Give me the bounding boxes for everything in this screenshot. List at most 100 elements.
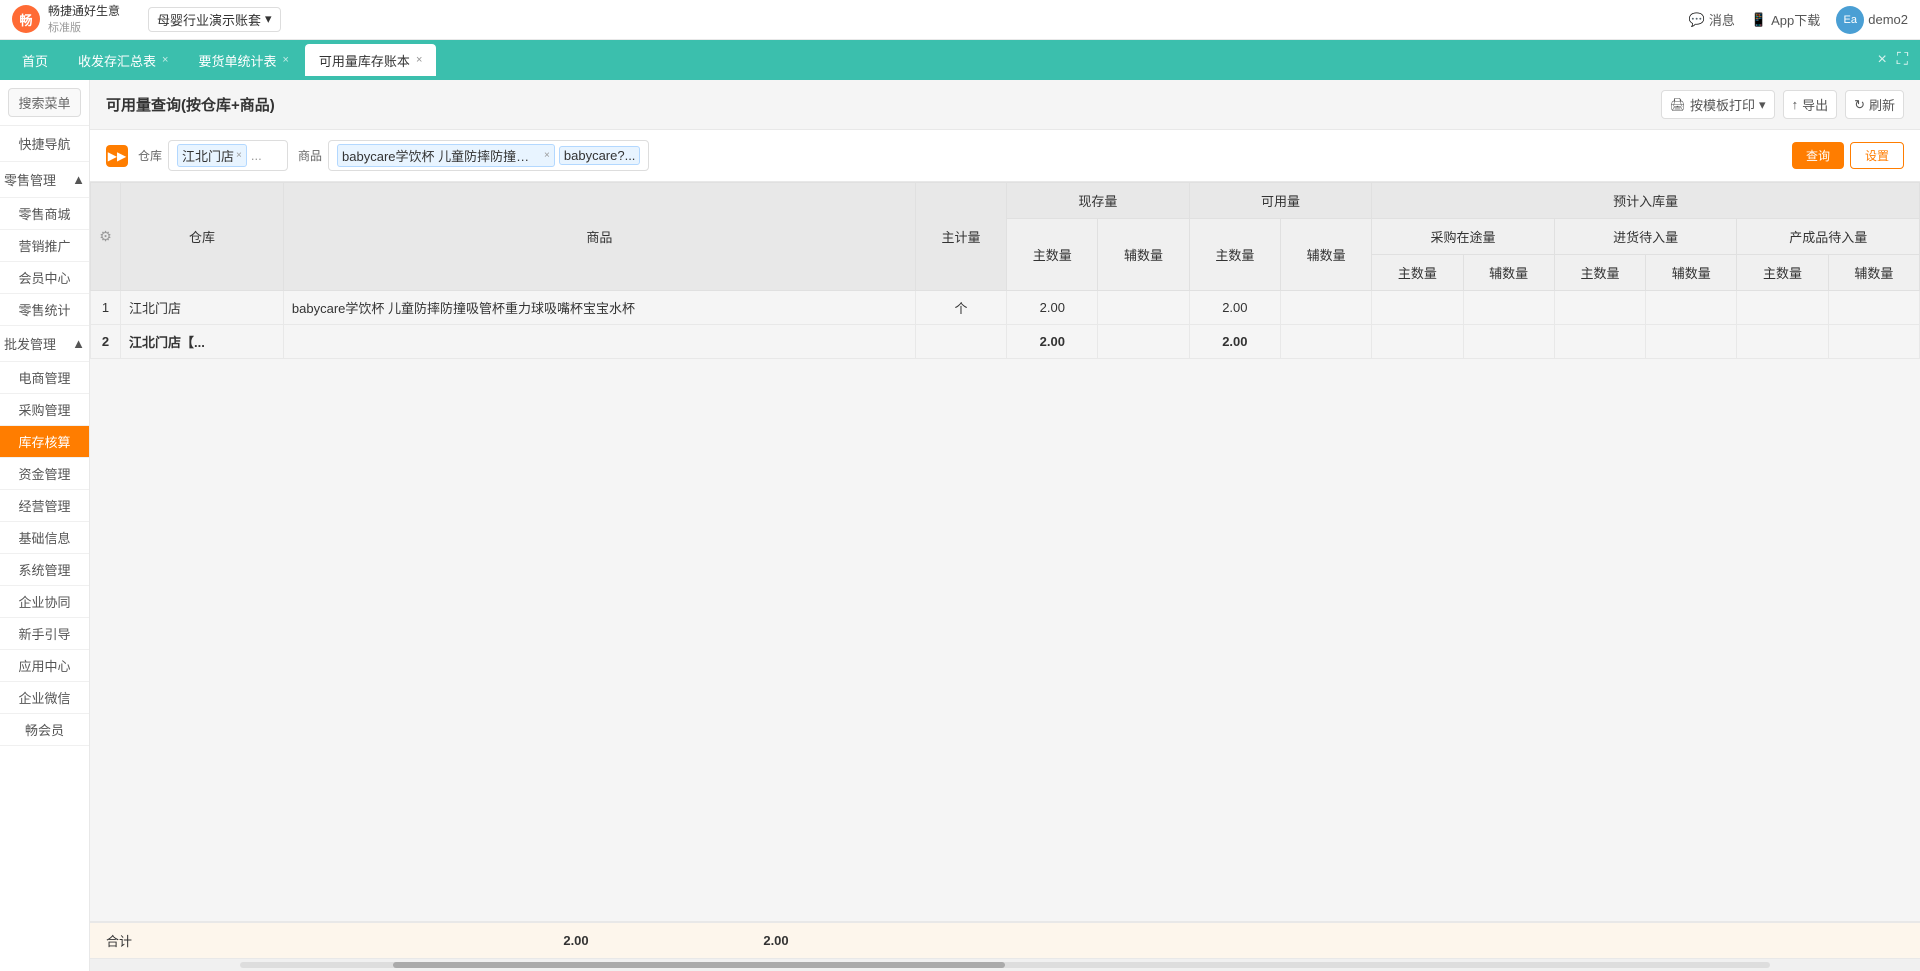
- sidebar-item-marketing[interactable]: 营销推广: [0, 230, 89, 262]
- production-pending-col-header: 产成品待入量: [1737, 219, 1920, 255]
- row-num: 1: [91, 291, 121, 325]
- settings-btn[interactable]: 设置: [1850, 142, 1904, 169]
- warehouse-tag: 江北门店 ×: [177, 144, 247, 167]
- search-menu-btn[interactable]: 搜索菜单: [8, 88, 81, 117]
- tab-available-inventory[interactable]: 可用量库存账本 ×: [305, 44, 436, 76]
- app-download-btn[interactable]: 📱 App下载: [1751, 10, 1820, 29]
- export-btn[interactable]: ↑ 导出: [1783, 90, 1838, 119]
- filter-bar: ▶▶ 仓库 江北门店 × ... 商品 babycare学饮杯 儿童防摔防撞吸管…: [90, 130, 1920, 182]
- sidebar-item-inventory[interactable]: 库存核算: [0, 426, 89, 458]
- row-current-main: 2.00: [1007, 291, 1098, 325]
- sidebar-item-retail-stats[interactable]: 零售统计: [0, 294, 89, 326]
- horizontal-scrollbar[interactable]: [90, 959, 1920, 971]
- close-tab-receive[interactable]: ×: [162, 54, 168, 66]
- current-aux-col: 辅数量: [1098, 219, 1189, 291]
- sidebar-item-zero-retail[interactable]: 零售管理 ▲: [0, 162, 89, 198]
- app-logo: 畅: [12, 5, 40, 33]
- brand-info: 畅捷通好生意 标准版: [48, 4, 120, 34]
- sidebar-item-basic-info[interactable]: 基础信息: [0, 522, 89, 554]
- row-warehouse: 江北门店: [121, 291, 284, 325]
- inbound-aux-col: 辅数量: [1646, 255, 1737, 291]
- warehouse-input[interactable]: 江北门店 × ...: [168, 140, 288, 171]
- row-current-aux: [1098, 291, 1189, 325]
- product-input[interactable]: babycare学饮杯 儿童防摔防撞吸管杯重力球吸嘴杯宝宝水杯 × babyca…: [328, 140, 649, 171]
- filter-actions: 查询 设置: [1792, 142, 1904, 169]
- query-btn[interactable]: 查询: [1792, 142, 1844, 169]
- total-current-aux: [626, 933, 726, 948]
- row-inbound-main: [1554, 291, 1645, 325]
- sidebar: 搜索菜单 快捷导航 零售管理 ▲ 零售商城 营销推广 会员中心 零售统计 批发管…: [0, 80, 90, 971]
- brand-name: 畅捷通好生意: [48, 4, 120, 18]
- production-main-col: 主数量: [1737, 255, 1828, 291]
- row-avail-main-2: 2.00: [1189, 325, 1280, 359]
- page-actions: 🖨 按模板打印 ▾ ↑ 导出 ↻ 刷新: [1661, 90, 1905, 119]
- chevron-down-icon: ▾: [265, 11, 272, 27]
- sidebar-item-app-center[interactable]: 应用中心: [0, 650, 89, 682]
- row-avail-aux: [1280, 291, 1371, 325]
- nav-tabs: 首页 收发存汇总表 × 要货单统计表 × 可用量库存账本 × × ⛶: [0, 40, 1920, 80]
- warehouse-dots[interactable]: ...: [251, 148, 262, 163]
- row-avail-main: 2.00: [1189, 291, 1280, 325]
- total-current-main: 2.00: [526, 933, 626, 948]
- row-unit: 个: [915, 291, 1006, 325]
- sidebar-item-member[interactable]: 会员中心: [0, 262, 89, 294]
- row-production-main-2: [1737, 325, 1828, 359]
- sidebar-item-system[interactable]: 系统管理: [0, 554, 89, 586]
- remove-warehouse-tag-btn[interactable]: ×: [236, 150, 242, 161]
- p-transit-main-col: 主数量: [1372, 255, 1463, 291]
- total-label: 合计: [106, 931, 166, 950]
- purchase-transit-col-header: 采购在途量: [1372, 219, 1555, 255]
- warehouse-label: 仓库: [138, 147, 162, 164]
- total-values: 2.00 2.00: [186, 933, 1904, 948]
- main-layout: 搜索菜单 快捷导航 零售管理 ▲ 零售商城 营销推广 会员中心 零售统计 批发管…: [0, 80, 1920, 971]
- sidebar-item-purchase[interactable]: 采购管理: [0, 394, 89, 426]
- tab-receive-summary[interactable]: 收发存汇总表 ×: [64, 44, 182, 76]
- row-production-main: [1737, 291, 1828, 325]
- avail-aux-col: 辅数量: [1280, 219, 1371, 291]
- brand-sub: 标准版: [48, 19, 120, 35]
- product-label: 商品: [298, 147, 322, 164]
- sidebar-item-operations[interactable]: 经营管理: [0, 490, 89, 522]
- row-p-transit-aux-2: [1463, 325, 1554, 359]
- settings-col-header[interactable]: ⚙: [91, 183, 121, 291]
- sidebar-item-newbie[interactable]: 新手引导: [0, 618, 89, 650]
- content-area: 可用量查询(按仓库+商品) 🖨 按模板打印 ▾ ↑ 导出 ↻ 刷新 ▶▶: [90, 80, 1920, 971]
- current-main-col: 主数量: [1007, 219, 1098, 291]
- remove-product-tag-1-btn[interactable]: ×: [544, 150, 550, 161]
- filter-expand-btn[interactable]: ▶▶: [106, 145, 128, 167]
- product-filter: 商品 babycare学饮杯 儿童防摔防撞吸管杯重力球吸嘴杯宝宝水杯 × bab…: [298, 140, 649, 171]
- available-col-header: 可用量: [1189, 183, 1372, 219]
- sidebar-item-enterprise[interactable]: 企业协同: [0, 586, 89, 618]
- row-product-2: [283, 325, 915, 359]
- table-settings-icon[interactable]: ⚙: [99, 228, 112, 244]
- top-bar-left: 畅 畅捷通好生意 标准版 母婴行业演示账套 ▾: [12, 4, 281, 34]
- row-p-transit-main: [1372, 291, 1463, 325]
- row-inbound-main-2: [1554, 325, 1645, 359]
- tab-order-stats[interactable]: 要货单统计表 ×: [184, 44, 302, 76]
- sidebar-item-quick-nav[interactable]: 快捷导航: [0, 126, 89, 162]
- sidebar-item-wholesale[interactable]: 批发管理 ▲: [0, 326, 89, 362]
- user-menu[interactable]: Ea demo2: [1836, 6, 1908, 34]
- sidebar-item-enterprise-wechat[interactable]: 企业微信: [0, 682, 89, 714]
- product-col-header: 商品: [283, 183, 915, 291]
- print-template-btn[interactable]: 🖨 按模板打印 ▾: [1661, 90, 1775, 119]
- current-stock-col-header: 现存量: [1007, 183, 1190, 219]
- avatar: Ea: [1836, 6, 1864, 34]
- close-tab-inventory[interactable]: ×: [416, 54, 422, 66]
- close-all-tabs-btn[interactable]: ×: [1873, 47, 1890, 73]
- tab-home[interactable]: 首页: [8, 44, 62, 76]
- close-tab-order[interactable]: ×: [282, 54, 288, 66]
- scroll-thumb[interactable]: [393, 962, 1005, 968]
- row-product: babycare学饮杯 儿童防摔防撞吸管杯重力球吸嘴杯宝宝水杯: [283, 291, 915, 325]
- expand-tabs-btn[interactable]: ⛶: [1893, 47, 1912, 73]
- message-icon: 💬: [1689, 12, 1705, 28]
- row-avail-aux-2: [1280, 325, 1371, 359]
- store-selector[interactable]: 母婴行业演示账套 ▾: [148, 7, 281, 32]
- sidebar-item-vip[interactable]: 畅会员: [0, 714, 89, 746]
- row-warehouse-2: 江北门店【...: [121, 325, 284, 359]
- sidebar-item-retail-mall[interactable]: 零售商城: [0, 198, 89, 230]
- sidebar-item-ecommerce[interactable]: 电商管理: [0, 362, 89, 394]
- message-btn[interactable]: 💬 消息: [1689, 10, 1735, 29]
- refresh-btn[interactable]: ↻ 刷新: [1845, 90, 1904, 119]
- sidebar-item-finance[interactable]: 资金管理: [0, 458, 89, 490]
